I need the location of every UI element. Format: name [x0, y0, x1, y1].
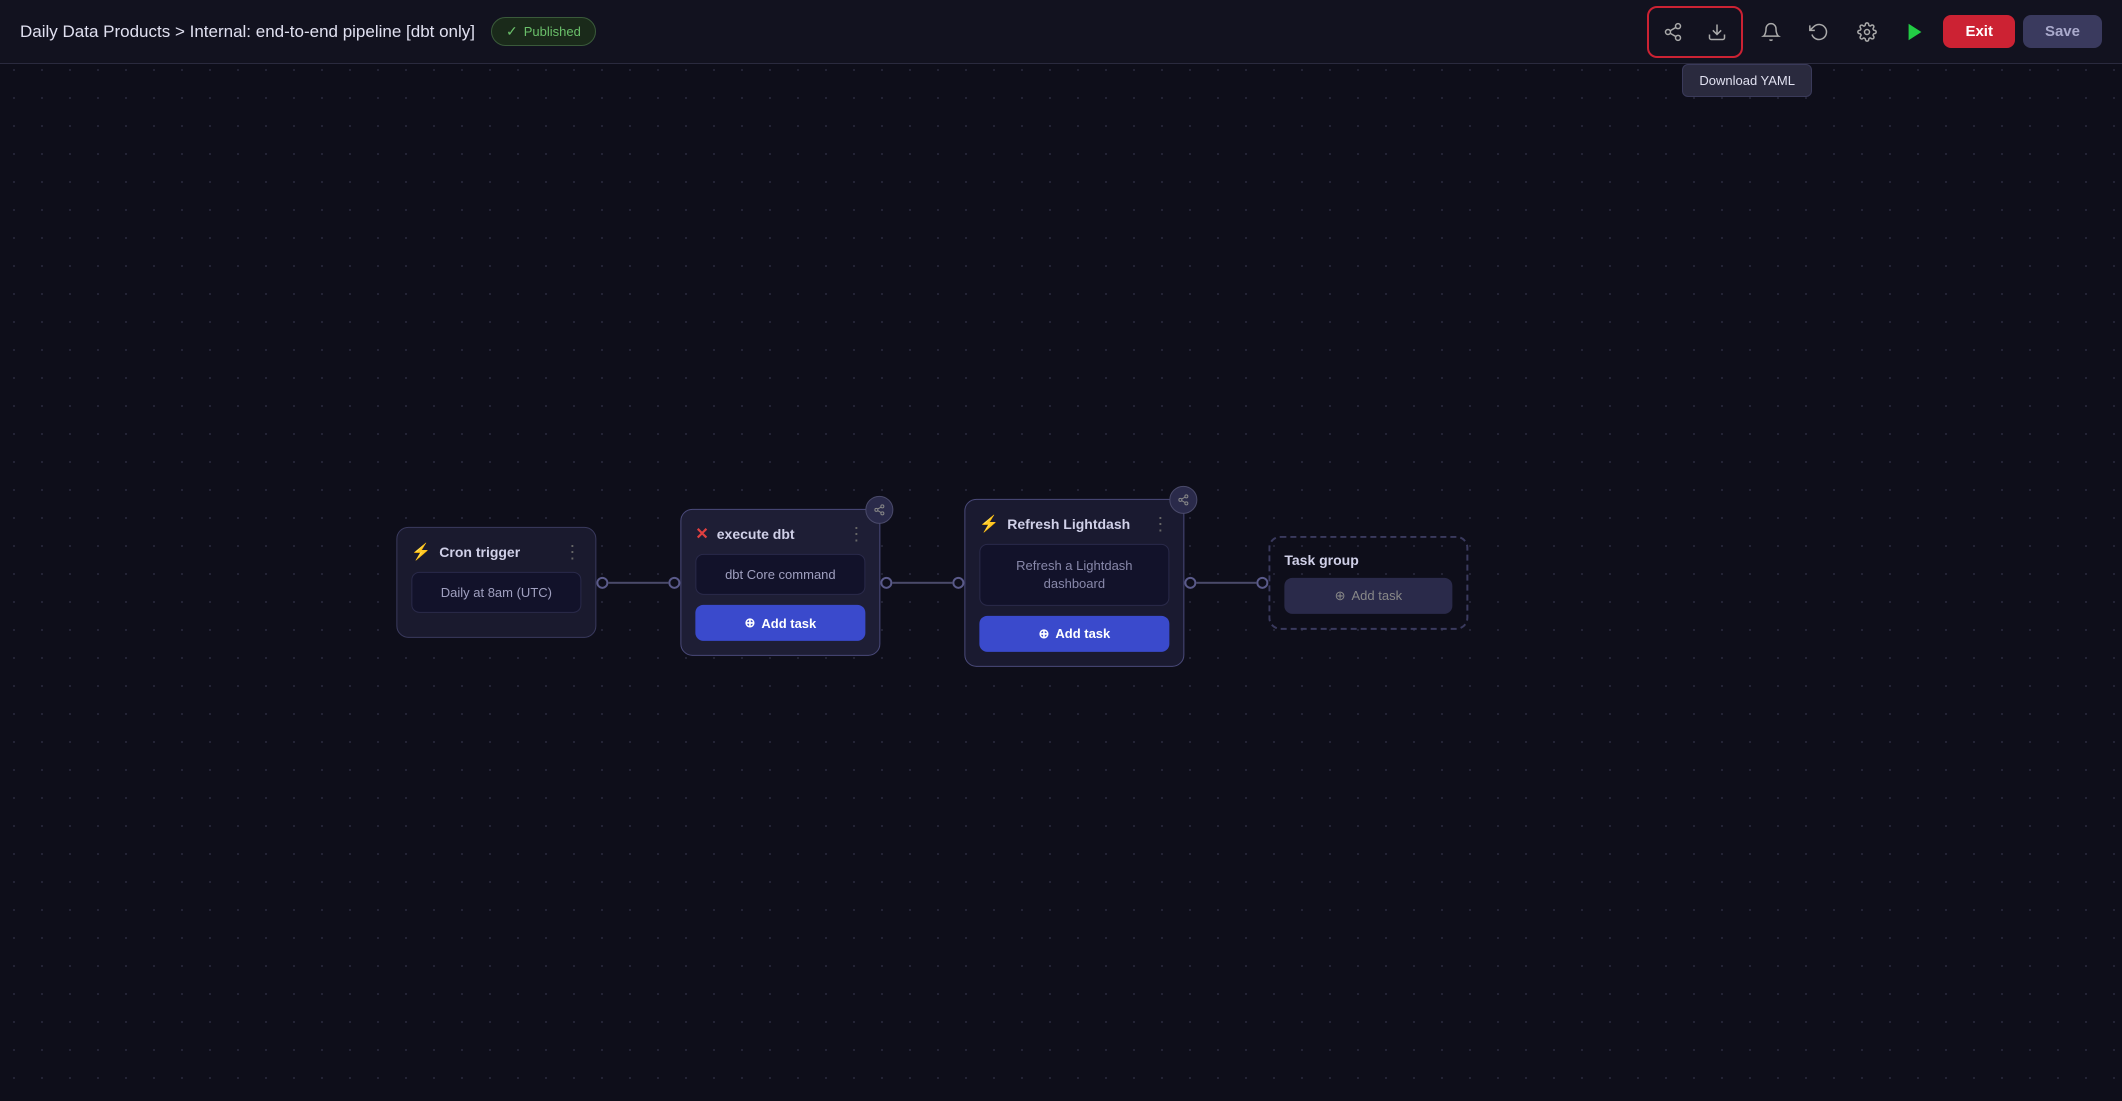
- taskgroup-node-title: Task group: [1284, 552, 1358, 568]
- settings-button[interactable]: [1847, 12, 1887, 52]
- connector-circle-5: [1184, 577, 1196, 589]
- taskgroup-add-task-plus: ⊕: [1335, 588, 1346, 604]
- connector-line-2: [892, 582, 952, 584]
- execute-node-title: execute dbt: [717, 526, 795, 542]
- exit-button[interactable]: Exit: [1943, 15, 2015, 48]
- task-group-node: Task group ⊕ Add task: [1268, 536, 1468, 630]
- connector-circle-2: [668, 577, 680, 589]
- share-button[interactable]: [1653, 12, 1693, 52]
- refresh-share-icon[interactable]: [1169, 485, 1197, 513]
- execute-add-task-plus: ⊕: [744, 615, 755, 631]
- execute-dbt-node: ✕ execute dbt ⋮ dbt Core command ⊕ Add t…: [680, 509, 880, 656]
- download-yaml-tooltip: Download YAML: [1682, 64, 1812, 97]
- connector-1: [596, 577, 680, 589]
- connector-circle-4: [952, 577, 964, 589]
- connector-3: [1184, 577, 1268, 589]
- refresh-add-task-label: Add task: [1055, 626, 1110, 641]
- refresh-title-area: ⚡ Refresh Lightdash: [979, 513, 1130, 533]
- execute-content-text: dbt Core command: [725, 567, 836, 582]
- taskgroup-add-task-label: Add task: [1352, 588, 1403, 603]
- cron-node-menu[interactable]: ⋮: [563, 543, 581, 561]
- published-badge: ✓ Published: [491, 17, 596, 46]
- connector-line-1: [608, 582, 668, 584]
- refresh-lightdash-node: ⚡ Refresh Lightdash ⋮ Refresh a Lightdas…: [964, 498, 1184, 666]
- execute-add-task-button[interactable]: ⊕ Add task: [695, 605, 865, 641]
- connector-circle-3: [880, 577, 892, 589]
- execute-node-content: dbt Core command: [695, 554, 865, 595]
- taskgroup-add-task-button[interactable]: ⊕ Add task: [1284, 578, 1452, 614]
- execute-node-header: ✕ execute dbt ⋮: [695, 524, 865, 544]
- connector-circle-1: [596, 577, 608, 589]
- cron-node-header: ⚡ Cron trigger ⋮: [411, 542, 581, 562]
- published-label: Published: [524, 24, 581, 39]
- check-icon: ✓: [506, 23, 518, 40]
- cron-schedule: Daily at 8am (UTC): [441, 585, 552, 600]
- download-area: [1647, 6, 1743, 58]
- taskgroup-node-header: Task group: [1284, 552, 1452, 568]
- refresh-add-task-plus: ⊕: [1038, 626, 1049, 642]
- refresh-node-title: Refresh Lightdash: [1007, 515, 1130, 531]
- save-button[interactable]: Save: [2023, 15, 2102, 48]
- execute-share-icon[interactable]: [865, 496, 893, 524]
- connector-circle-6: [1256, 577, 1268, 589]
- cron-trigger-node: ⚡ Cron trigger ⋮ Daily at 8am (UTC): [396, 527, 596, 638]
- lightning-icon: ⚡: [411, 542, 431, 562]
- page-title: Daily Data Products > Internal: end-to-e…: [20, 22, 475, 42]
- app-header: Daily Data Products > Internal: end-to-e…: [0, 0, 2122, 64]
- header-left: Daily Data Products > Internal: end-to-e…: [20, 17, 596, 46]
- execute-add-task-label: Add task: [761, 616, 816, 631]
- refresh-content-text: Refresh a Lightdash dashboard: [1016, 557, 1132, 590]
- connector-line-3: [1196, 582, 1256, 584]
- refresh-node-content: Refresh a Lightdash dashboard: [979, 543, 1169, 605]
- header-right: Download YAML Exit Save: [1647, 6, 2102, 58]
- history-button[interactable]: [1799, 12, 1839, 52]
- cron-title-area: ⚡ Cron trigger: [411, 542, 520, 562]
- execute-title-area: ✕ execute dbt: [695, 524, 794, 544]
- download-yaml-button[interactable]: [1697, 12, 1737, 52]
- execute-node-menu[interactable]: ⋮: [847, 525, 865, 543]
- refresh-node-header: ⚡ Refresh Lightdash ⋮: [979, 513, 1169, 533]
- cron-node-content: Daily at 8am (UTC): [411, 572, 581, 613]
- refresh-add-task-button[interactable]: ⊕ Add task: [979, 616, 1169, 652]
- dbt-icon: ✕: [695, 524, 708, 544]
- cron-node-title: Cron trigger: [439, 544, 520, 560]
- pipeline-flow: ⚡ Cron trigger ⋮ Daily at 8am (UTC): [396, 498, 1468, 666]
- connector-2: [880, 577, 964, 589]
- notifications-button[interactable]: [1751, 12, 1791, 52]
- refresh-lightning-icon: ⚡: [979, 513, 999, 533]
- pipeline-canvas: ⚡ Cron trigger ⋮ Daily at 8am (UTC): [0, 64, 2122, 1101]
- run-button[interactable]: [1895, 12, 1935, 52]
- refresh-node-menu[interactable]: ⋮: [1151, 514, 1169, 532]
